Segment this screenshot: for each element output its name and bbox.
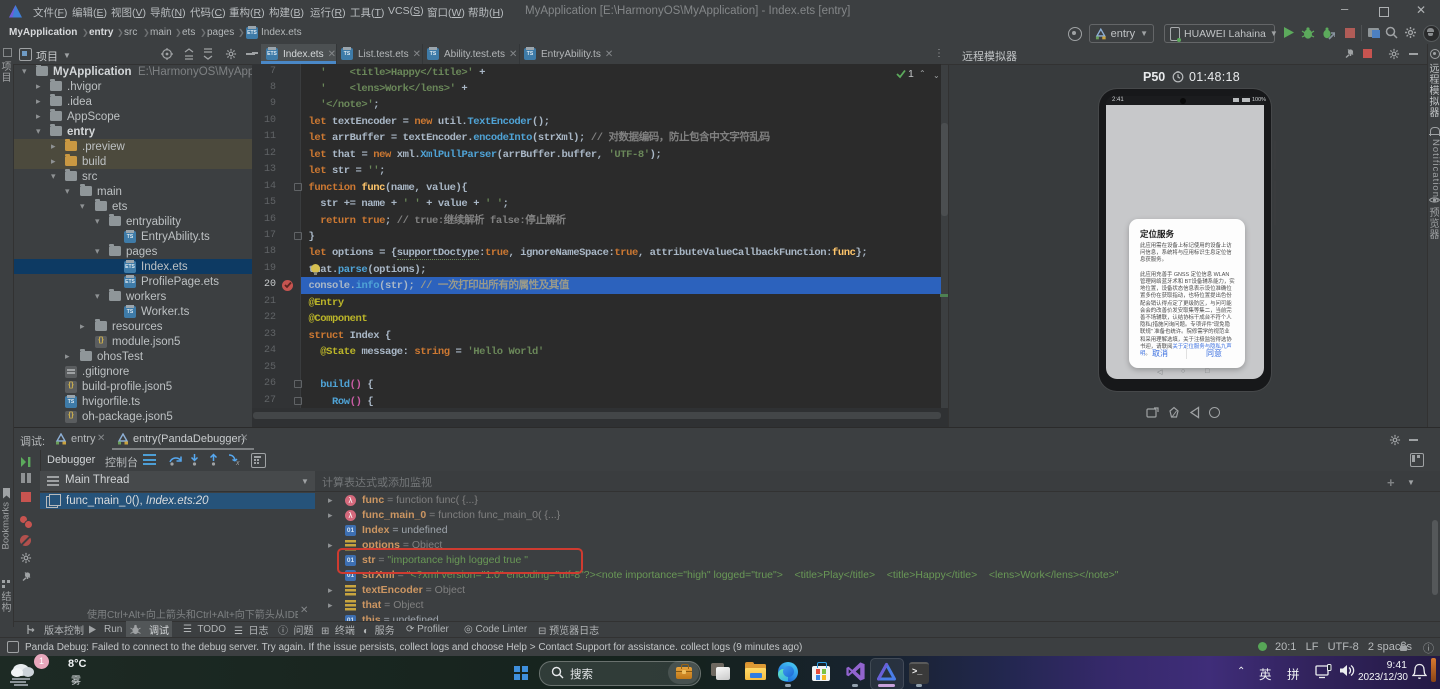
svg-text:x: x xyxy=(235,460,240,466)
